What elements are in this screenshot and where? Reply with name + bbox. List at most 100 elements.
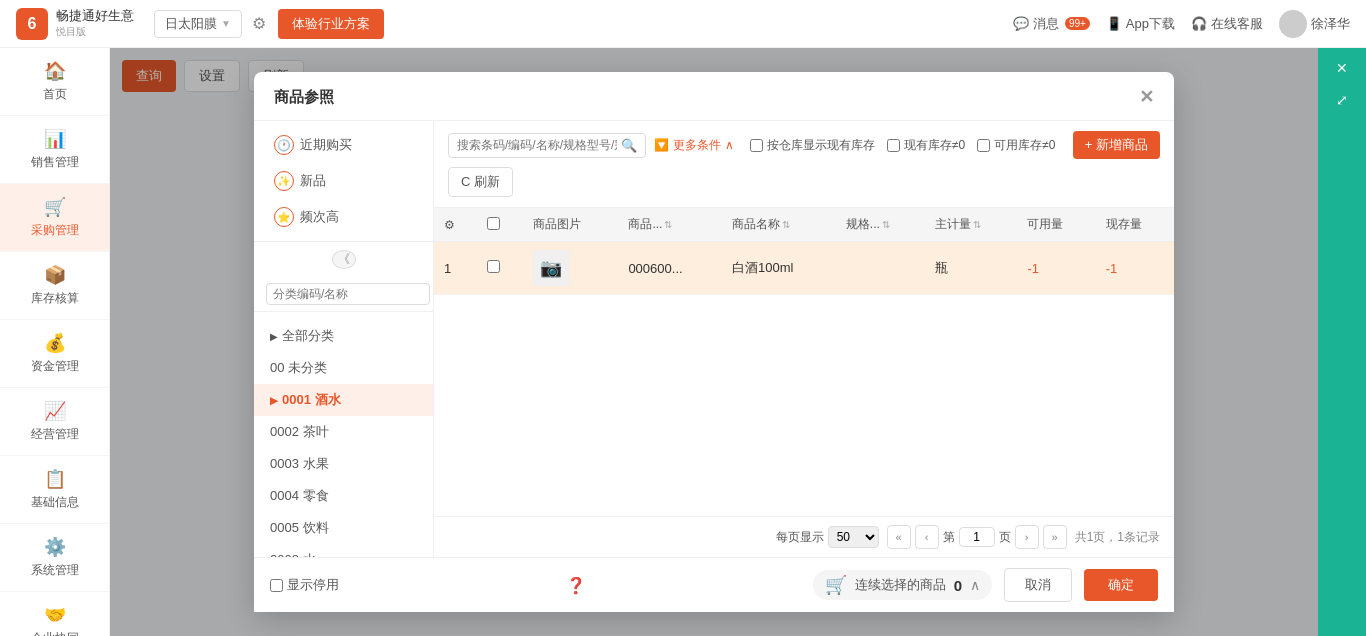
cart-icon[interactable]: 🛒 [825, 574, 847, 596]
filter-icon: 🔽 [654, 138, 669, 152]
cat-item-fruit[interactable]: 0003 水果 [254, 448, 433, 480]
cat-arrow-all: ▶ [270, 331, 278, 342]
checkbox-available-text: 可用库存≠0 [994, 137, 1055, 154]
sidebar-item-system[interactable]: ⚙️ 系统管理 [0, 524, 109, 592]
user-item[interactable]: 徐泽华 [1279, 10, 1350, 38]
show-disabled-label[interactable]: 显示停用 [270, 576, 339, 594]
modal-footer: 显示停用 ❓ 🛒 连续选择的商品 0 ∧ 取消 确定 [254, 557, 1174, 612]
checkbox-inventory[interactable] [887, 139, 900, 152]
logo-area: 6 畅捷通好生意 悦目版 [16, 8, 134, 40]
cell-code: 000600... [618, 242, 722, 295]
cat-item-snacks[interactable]: 0004 零食 [254, 480, 433, 512]
category-search-input[interactable] [266, 283, 430, 305]
per-page-dropdown[interactable]: 50 10 20 100 [828, 526, 879, 548]
checkbox-available-label[interactable]: 可用库存≠0 [977, 137, 1055, 154]
purchase-icon: 🛒 [44, 196, 66, 218]
sidebar-item-purchase[interactable]: 🛒 采购管理 [0, 184, 109, 252]
cat-item-beverage[interactable]: 0005 饮料 [254, 512, 433, 544]
headset-icon: 🎧 [1191, 16, 1207, 31]
prev-page-button[interactable]: ‹ [915, 525, 939, 549]
cat-item-uncategorized[interactable]: 00 未分类 [254, 352, 433, 384]
sidebar-item-base-info[interactable]: 📋 基础信息 [0, 456, 109, 524]
checkbox-available[interactable] [977, 139, 990, 152]
table-body: 1 📷 000600... 白酒100ml 瓶 [434, 242, 1174, 295]
sidebar-item-sales[interactable]: 📊 销售管理 [0, 116, 109, 184]
online-service-item[interactable]: 🎧 在线客服 [1191, 15, 1263, 33]
logo-text-area: 畅捷通好生意 悦目版 [56, 8, 134, 39]
sidebar-item-collab[interactable]: 🤝 企业协同 [0, 592, 109, 636]
logo-sub: 悦目版 [56, 25, 134, 39]
filter-label: 更多条件 [673, 137, 721, 154]
product-search-input[interactable] [457, 138, 617, 152]
checkbox-warehouse-label[interactable]: 按仓库显示现有库存 [750, 137, 875, 154]
checkbox-warehouse-text: 按仓库显示现有库存 [767, 137, 875, 154]
cat-item-all[interactable]: ▶ 全部分类 [254, 320, 433, 352]
sidebar-label-purchase: 采购管理 [31, 222, 79, 239]
cancel-button[interactable]: 取消 [1004, 568, 1072, 602]
col-code: 商品...⇅ [618, 208, 722, 242]
col-unit: 主计量⇅ [925, 208, 1017, 242]
logo-text: 畅捷通好生意 [56, 8, 134, 25]
row-checkbox[interactable] [487, 260, 500, 273]
cat-item-liquor[interactable]: ▶ 0001 酒水 [254, 384, 433, 416]
checkbox-warehouse[interactable] [750, 139, 763, 152]
select-all-checkbox[interactable] [487, 217, 500, 230]
sidebar-item-home[interactable]: 🏠 首页 [0, 48, 109, 116]
table-row[interactable]: 1 📷 000600... 白酒100ml 瓶 [434, 242, 1174, 295]
cat-item-tea[interactable]: 0002 茶叶 [254, 416, 433, 448]
experience-button[interactable]: 体验行业方案 [278, 9, 384, 39]
system-icon: ⚙️ [44, 536, 66, 558]
quick-nav-recent-label: 近期购买 [300, 136, 352, 154]
sidebar-item-operations[interactable]: 📈 经营管理 [0, 388, 109, 456]
sidebar-item-inventory[interactable]: 📦 库存核算 [0, 252, 109, 320]
refresh-button[interactable]: C 刷新 [448, 167, 513, 197]
cart-collapse-button[interactable]: ∧ [970, 577, 980, 593]
last-page-button[interactable]: » [1043, 525, 1067, 549]
base-info-icon: 📋 [44, 468, 66, 490]
sidebar: 🏠 首页 📊 销售管理 🛒 采购管理 📦 库存核算 💰 资金管理 📈 经营管理 … [0, 48, 110, 636]
cat-label-uncategorized: 00 未分类 [270, 359, 327, 377]
search-icon[interactable]: 🔍 [621, 138, 637, 153]
next-page-button[interactable]: › [1015, 525, 1039, 549]
quick-nav-frequent[interactable]: ⭐ 频次高 [266, 201, 421, 233]
teal-close-button[interactable]: ✕ [1332, 56, 1352, 80]
modal-close-button[interactable]: ✕ [1139, 86, 1154, 108]
page-label: 第 [943, 529, 955, 546]
product-search-wrap: 🔍 [448, 133, 646, 158]
frequent-icon: ⭐ [274, 207, 294, 227]
message-label: 消息 [1033, 15, 1059, 33]
quick-nav-recent[interactable]: 🕐 近期购买 [266, 129, 421, 161]
filter-checkboxes: 按仓库显示现有库存 现有库存≠0 可用库存≠0 [750, 137, 1056, 154]
cat-item-water[interactable]: 0008 水 [254, 544, 433, 557]
cart-area: 🛒 连续选择的商品 0 ∧ [813, 570, 992, 600]
app-download-item[interactable]: 📱 App下载 [1106, 15, 1175, 33]
settings-icon[interactable]: ⚙ [444, 218, 455, 232]
first-page-button[interactable]: « [887, 525, 911, 549]
nav-selector[interactable]: 日太阳膜 ▼ [154, 10, 242, 38]
add-product-button[interactable]: + 新增商品 [1073, 131, 1160, 159]
sidebar-label-inventory: 库存核算 [31, 290, 79, 307]
confirm-button[interactable]: 确定 [1084, 569, 1158, 601]
modal-body: 🕐 近期购买 ✨ 新品 ⭐ 频次高 [254, 121, 1174, 557]
quick-nav-new-label: 新品 [300, 172, 326, 190]
col-checkbox [477, 208, 523, 242]
checkbox-inventory-label[interactable]: 现有库存≠0 [887, 137, 965, 154]
help-icon[interactable]: ❓ [566, 576, 586, 595]
selector-arrow: ▼ [221, 18, 231, 29]
col-available: 可用量 [1017, 208, 1095, 242]
panel-collapse-button[interactable]: 《 [332, 250, 356, 269]
page-unit: 页 [999, 529, 1011, 546]
gear-icon[interactable]: ⚙ [252, 14, 266, 33]
category-search: 🔍 [254, 277, 433, 312]
message-icon-item[interactable]: 💬 消息 99+ [1013, 15, 1090, 33]
teal-expand-button[interactable]: ⤢ [1332, 88, 1352, 112]
more-filter-button[interactable]: 🔽 更多条件 ∧ [654, 137, 734, 154]
page-number-input[interactable] [959, 527, 995, 547]
sidebar-label-home: 首页 [43, 86, 67, 103]
cat-label-fruit: 0003 水果 [270, 455, 329, 473]
sidebar-item-finance[interactable]: 💰 资金管理 [0, 320, 109, 388]
page-navigation: « ‹ 第 页 › » [887, 525, 1067, 549]
show-disabled-checkbox[interactable] [270, 579, 283, 592]
quick-nav-new[interactable]: ✨ 新品 [266, 165, 421, 197]
per-page-label: 每页显示 [776, 529, 824, 546]
